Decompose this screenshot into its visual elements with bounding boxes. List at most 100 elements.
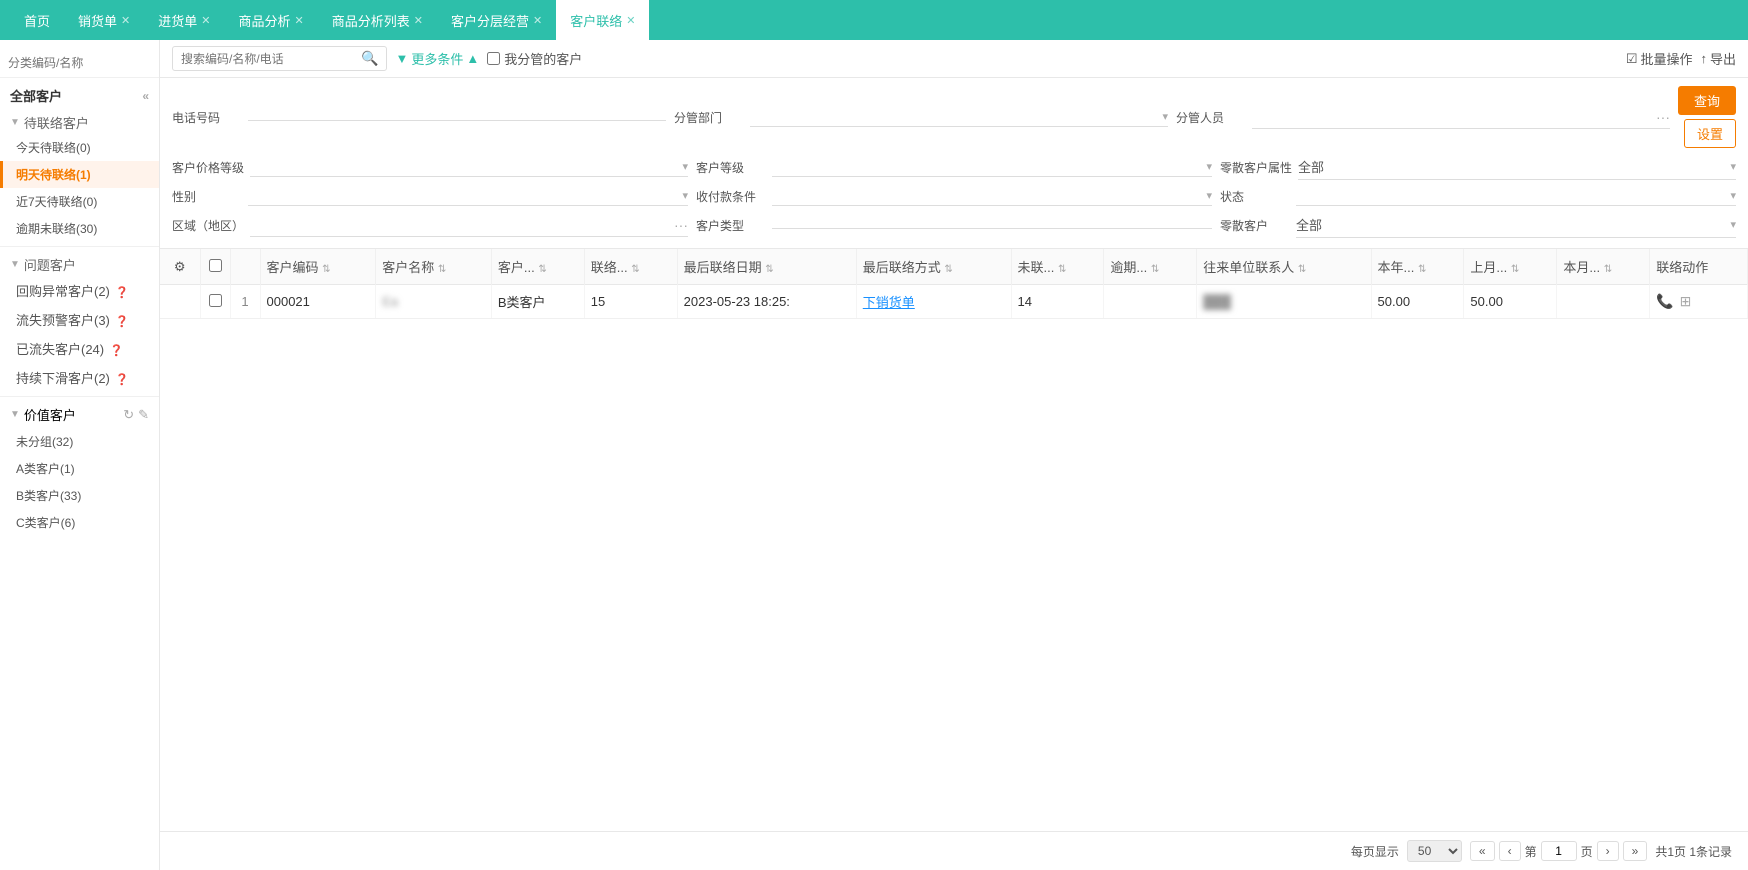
query-button[interactable]: 查询 (1678, 86, 1736, 115)
col-contact-header[interactable]: 联络... ⇅ (584, 249, 677, 285)
select-all-checkbox[interactable] (209, 259, 222, 272)
filter-customer-level-select[interactable]: ▾ (772, 157, 1212, 177)
search-input[interactable] (181, 52, 361, 66)
col-last-contact-date-header[interactable]: 最后联络日期 ⇅ (677, 249, 856, 285)
filter-manager: 分管人员 ··· (1176, 106, 1670, 129)
more-conditions-button[interactable]: ▼ 更多条件 ▲ (395, 49, 479, 68)
export-button[interactable]: ↑ 导出 (1700, 49, 1736, 68)
filter-phone-input[interactable] (248, 114, 666, 121)
filter-payment-select[interactable]: ▾ (772, 186, 1212, 206)
sidebar-all-customers[interactable]: 全部客户 « (0, 78, 159, 109)
col-last-month-header[interactable]: 上月... ⇅ (1464, 249, 1557, 285)
sidebar-item-b-class[interactable]: B类客户(33) (0, 482, 159, 509)
table-header-row: ⚙ 客户编码 ⇅ 客户名称 ⇅ 客户... ⇅ (160, 249, 1748, 285)
row-last-contact-date: 2023-05-23 18:25: (677, 285, 856, 319)
sidebar-item-ungrouped[interactable]: 未分组(32) (0, 428, 159, 455)
filter-manager-input[interactable]: ··· (1252, 106, 1670, 129)
filter-price-level-select[interactable]: ▾ (250, 157, 688, 177)
filter-region-input[interactable]: ··· (250, 214, 688, 237)
sidebar-item-today[interactable]: 今天待联络(0) (0, 134, 159, 161)
sidebar-item-c-class[interactable]: C类客户(6) (0, 509, 159, 536)
sidebar-item-already-lost[interactable]: 已流失客户(24) ❓ (0, 334, 159, 363)
nav-analysis[interactable]: 商品分析 ✕ (224, 0, 317, 40)
nav-customer-contact-close[interactable]: ✕ (626, 14, 635, 27)
batch-op-checkbox-icon: ☑ (1626, 51, 1638, 67)
filter-retail-attr-select[interactable]: 全部 ▾ (1298, 154, 1736, 180)
row-checkbox[interactable] (209, 294, 222, 307)
col-type-header[interactable]: 客户... ⇅ (491, 249, 584, 285)
sidebar-item-a-class[interactable]: A类客户(1) (0, 455, 159, 482)
batch-operation-button[interactable]: ☑ 批量操作 (1626, 49, 1693, 68)
col-settings[interactable]: ⚙ (160, 249, 200, 285)
col-overdue-header[interactable]: 逾期... ⇅ (1104, 249, 1197, 285)
row-overdue (1104, 285, 1197, 319)
nav-sales-close[interactable]: ✕ (121, 14, 130, 27)
col-last-contact-method-header[interactable]: 最后联络方式 ⇅ (856, 249, 1011, 285)
filter-payment: 收付款条件 ▾ (696, 186, 1212, 206)
settings-button[interactable]: 设置 (1684, 119, 1736, 148)
col-code-header[interactable]: 客户编码 ⇅ (260, 249, 376, 285)
filter-status: 状态 ▾ (1220, 186, 1736, 206)
sidebar-collapse-icon[interactable]: « (142, 89, 149, 103)
value-group-arrow: ▼ (10, 409, 20, 420)
filter-row-1: 电话号码 分管部门 ▾ 分管人员 ··· (172, 86, 1736, 148)
filter-row-2: 客户价格等级 ▾ 客户等级 ▾ 零散客户属性 全部 (172, 154, 1736, 180)
sidebar-item-week[interactable]: 近7天待联络(0) (0, 188, 159, 215)
sidebar-search-input[interactable] (8, 56, 160, 70)
nav-customer-contact[interactable]: 客户联络 ✕ (556, 0, 649, 40)
col-uncontact-header[interactable]: 未联... ⇅ (1011, 249, 1104, 285)
row-checkbox-cell[interactable] (200, 285, 230, 319)
filter-retail-attr: 零散客户属性 全部 ▾ (1220, 154, 1736, 180)
filter-dept-select[interactable]: ▾ (750, 107, 1168, 127)
row-last-contact-method[interactable]: 下销货单 (856, 285, 1011, 319)
nav-customer-tier-close[interactable]: ✕ (533, 14, 542, 27)
prev-page-button[interactable]: ‹ (1499, 841, 1521, 861)
overdue-sort-icon: ⇅ (1151, 264, 1159, 275)
filter-gender-select[interactable]: ▾ (248, 186, 688, 206)
page-number-input[interactable] (1541, 841, 1577, 861)
value-edit-icon[interactable]: ✎ (138, 407, 149, 423)
rebuy-help-icon: ❓ (115, 287, 129, 299)
code-sort-icon: ⇅ (322, 264, 330, 275)
sidebar-item-lost-warning[interactable]: 流失预警客户(3) ❓ (0, 305, 159, 334)
col-name-header[interactable]: 客户名称 ⇅ (376, 249, 492, 285)
region-dots-icon[interactable]: ··· (674, 217, 688, 233)
payment-arrow: ▾ (1206, 189, 1212, 202)
sidebar-item-rebuy[interactable]: 回购异常客户(2) ❓ (0, 276, 159, 305)
table-wrapper: ⚙ 客户编码 ⇅ 客户名称 ⇅ 客户... ⇅ (160, 249, 1748, 831)
nav-analysis-list-close[interactable]: ✕ (414, 14, 423, 27)
search-icon[interactable]: 🔍 (361, 50, 378, 67)
filter-gender: 性别 ▾ (172, 186, 688, 206)
toolbar: 🔍 ▼ 更多条件 ▲ 我分管的客户 ☑ 批量操作 ↑ 导出 (160, 40, 1748, 78)
nav-purchase-close[interactable]: ✕ (201, 14, 210, 27)
filter-customer-type-select[interactable] (772, 222, 1212, 229)
nav-analysis-close[interactable]: ✕ (295, 14, 304, 27)
col-unit-contact-header[interactable]: 往来单位联系人 ⇅ (1197, 249, 1371, 285)
last-page-button[interactable]: » (1623, 841, 1648, 861)
value-refresh-icon[interactable]: ↻ (123, 407, 134, 423)
next-page-button[interactable]: › (1597, 841, 1619, 861)
col-this-month-header[interactable]: 本月... ⇅ (1557, 249, 1650, 285)
manager-dots-icon[interactable]: ··· (1656, 109, 1670, 125)
nav-analysis-list[interactable]: 商品分析列表 ✕ (318, 0, 437, 40)
main-layout: 🔍 全部客户 « ▼ 待联络客户 今天待联络(0) 明天待联络(1) 近7天待联… (0, 40, 1748, 870)
my-customers-checkbox[interactable] (487, 52, 500, 65)
nav-customer-tier[interactable]: 客户分层经营 ✕ (437, 0, 556, 40)
nav-home[interactable]: 首页 (10, 0, 64, 40)
sidebar-item-overdue-contact[interactable]: 逾期未联络(30) (0, 215, 159, 242)
my-customers-checkbox-label[interactable]: 我分管的客户 (487, 49, 582, 68)
col-this-year-header[interactable]: 本年... ⇅ (1371, 249, 1464, 285)
first-page-button[interactable]: « (1470, 841, 1495, 861)
sidebar-item-tomorrow[interactable]: 明天待联络(1) (0, 161, 159, 188)
row-contact-method-link[interactable]: 下销货单 (863, 295, 915, 310)
nav-sales[interactable]: 销货单 ✕ (64, 0, 144, 40)
customers-table: ⚙ 客户编码 ⇅ 客户名称 ⇅ 客户... ⇅ (160, 249, 1748, 319)
col-checkbox-header[interactable] (200, 249, 230, 285)
row-phone-icon[interactable]: 📞 (1656, 293, 1673, 310)
row-grid-icon[interactable]: ⊞ (1680, 293, 1692, 310)
filter-retail-customer-select[interactable]: 全部 ▾ (1296, 212, 1736, 238)
sidebar-item-declining[interactable]: 持续下滑客户(2) ❓ (0, 363, 159, 392)
filter-status-select[interactable]: ▾ (1296, 186, 1736, 206)
page-size-select[interactable]: 50 10 20 100 (1407, 840, 1462, 862)
nav-purchase[interactable]: 进货单 ✕ (144, 0, 224, 40)
